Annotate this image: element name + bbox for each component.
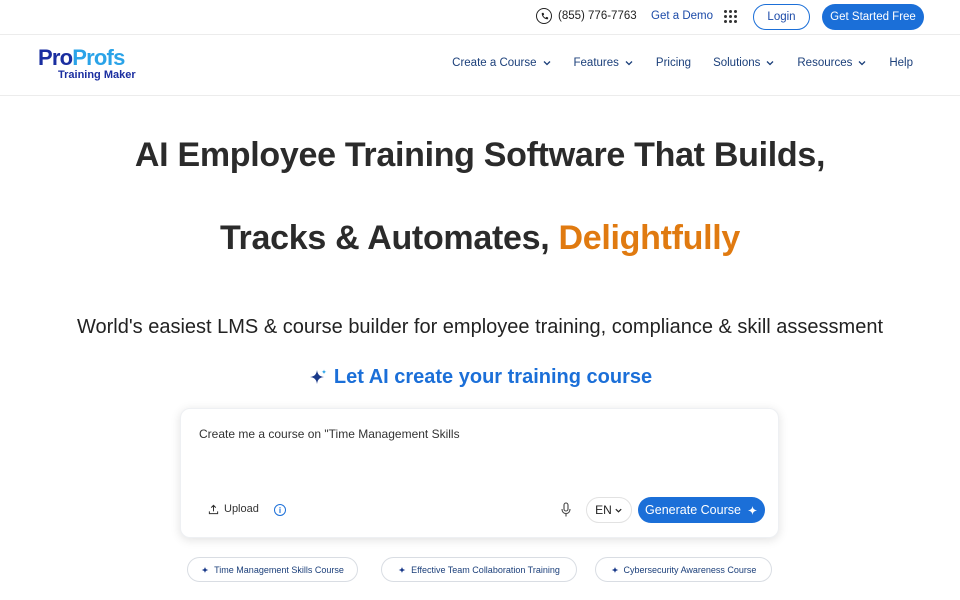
chevron-down-icon [625, 61, 633, 66]
logo-text-profs: Profs [72, 45, 125, 70]
language-value: EN [595, 503, 612, 517]
sparkle-icon [309, 369, 327, 384]
phone-number[interactable]: (855) 776-7763 [558, 10, 637, 22]
course-prompt-input[interactable] [199, 427, 759, 441]
get-demo-link[interactable]: Get a Demo [651, 10, 713, 22]
ai-create-heading: Let AI create your training course [0, 366, 960, 389]
upload-icon [208, 504, 219, 514]
nav-label: Features [573, 57, 619, 69]
proprofs-logo[interactable]: ProProfs Training Maker [38, 47, 136, 81]
nav-pricing[interactable]: Pricing [656, 57, 691, 69]
nav-label: Solutions [713, 57, 761, 69]
hero-headline-prefix: Tracks & Automates, [219, 219, 559, 257]
grid-apps-icon[interactable] [724, 10, 738, 24]
chevron-down-icon [858, 61, 866, 66]
chevron-down-icon [615, 508, 622, 513]
phone-contact[interactable]: (855) 776-7763 [536, 8, 637, 24]
hero-subheadline: World's easiest LMS & course builder for… [76, 316, 883, 338]
primary-nav: Create a Course Features Pricing Solutio… [430, 57, 913, 69]
chevron-down-icon [543, 61, 550, 66]
info-icon[interactable]: i [274, 504, 286, 516]
upload-button[interactable]: Upload [208, 503, 259, 515]
nav-create-course[interactable]: Create a Course [452, 57, 551, 69]
ai-heading-text: Let AI create your training course [333, 366, 653, 388]
login-button[interactable]: Login [753, 4, 810, 30]
suggestion-label: Effective Team Collaboration Training [411, 564, 560, 575]
generate-course-button[interactable]: Generate Course [638, 497, 765, 523]
sparkle-icon [201, 566, 209, 573]
suggestion-chip[interactable]: Effective Team Collaboration Training [381, 557, 577, 582]
nav-resources[interactable]: Resources [797, 57, 867, 69]
hero-headline-line1: AI Employee Training Software That Build… [134, 136, 826, 174]
chevron-down-icon [766, 61, 774, 66]
upload-label: Upload [224, 503, 259, 515]
nav-label: Resources [797, 57, 853, 69]
nav-label: Help [889, 57, 913, 69]
get-started-button[interactable]: Get Started Free [822, 4, 924, 30]
sparkle-icon [611, 566, 618, 573]
language-select[interactable]: EN [586, 497, 632, 523]
ai-prompt-card: Upload i EN Generate Course [180, 408, 779, 538]
nav-label: Create a Course [452, 57, 537, 69]
hero-headline-line2: Tracks & Automates, Delightfully [0, 219, 960, 258]
top-utility-bar: (855) 776-7763 Get a Demo Login Get Star… [0, 0, 960, 34]
microphone-icon[interactable] [560, 502, 572, 518]
sparkle-icon [747, 505, 758, 515]
suggestion-chip[interactable]: Cybersecurity Awareness Course [595, 557, 772, 582]
logo-text-pro: Pro [38, 45, 73, 70]
hero-headline-accent: Delightfully [558, 219, 741, 257]
nav-solutions[interactable]: Solutions [713, 57, 775, 69]
generate-label: Generate Course [645, 503, 741, 517]
nav-features[interactable]: Features [574, 57, 634, 69]
main-navbar: ProProfs Training Maker Create a Course … [0, 34, 960, 96]
suggestion-chip[interactable]: Time Management Skills Course [187, 557, 358, 582]
nav-help[interactable]: Help [889, 57, 913, 69]
logo-subtitle: Training Maker [58, 69, 136, 81]
suggestion-label: Cybersecurity Awareness Course [623, 564, 757, 575]
sparkle-icon [398, 566, 406, 573]
nav-label: Pricing [655, 57, 692, 69]
phone-icon [536, 8, 552, 24]
suggestion-label: Time Management Skills Course [214, 564, 344, 575]
